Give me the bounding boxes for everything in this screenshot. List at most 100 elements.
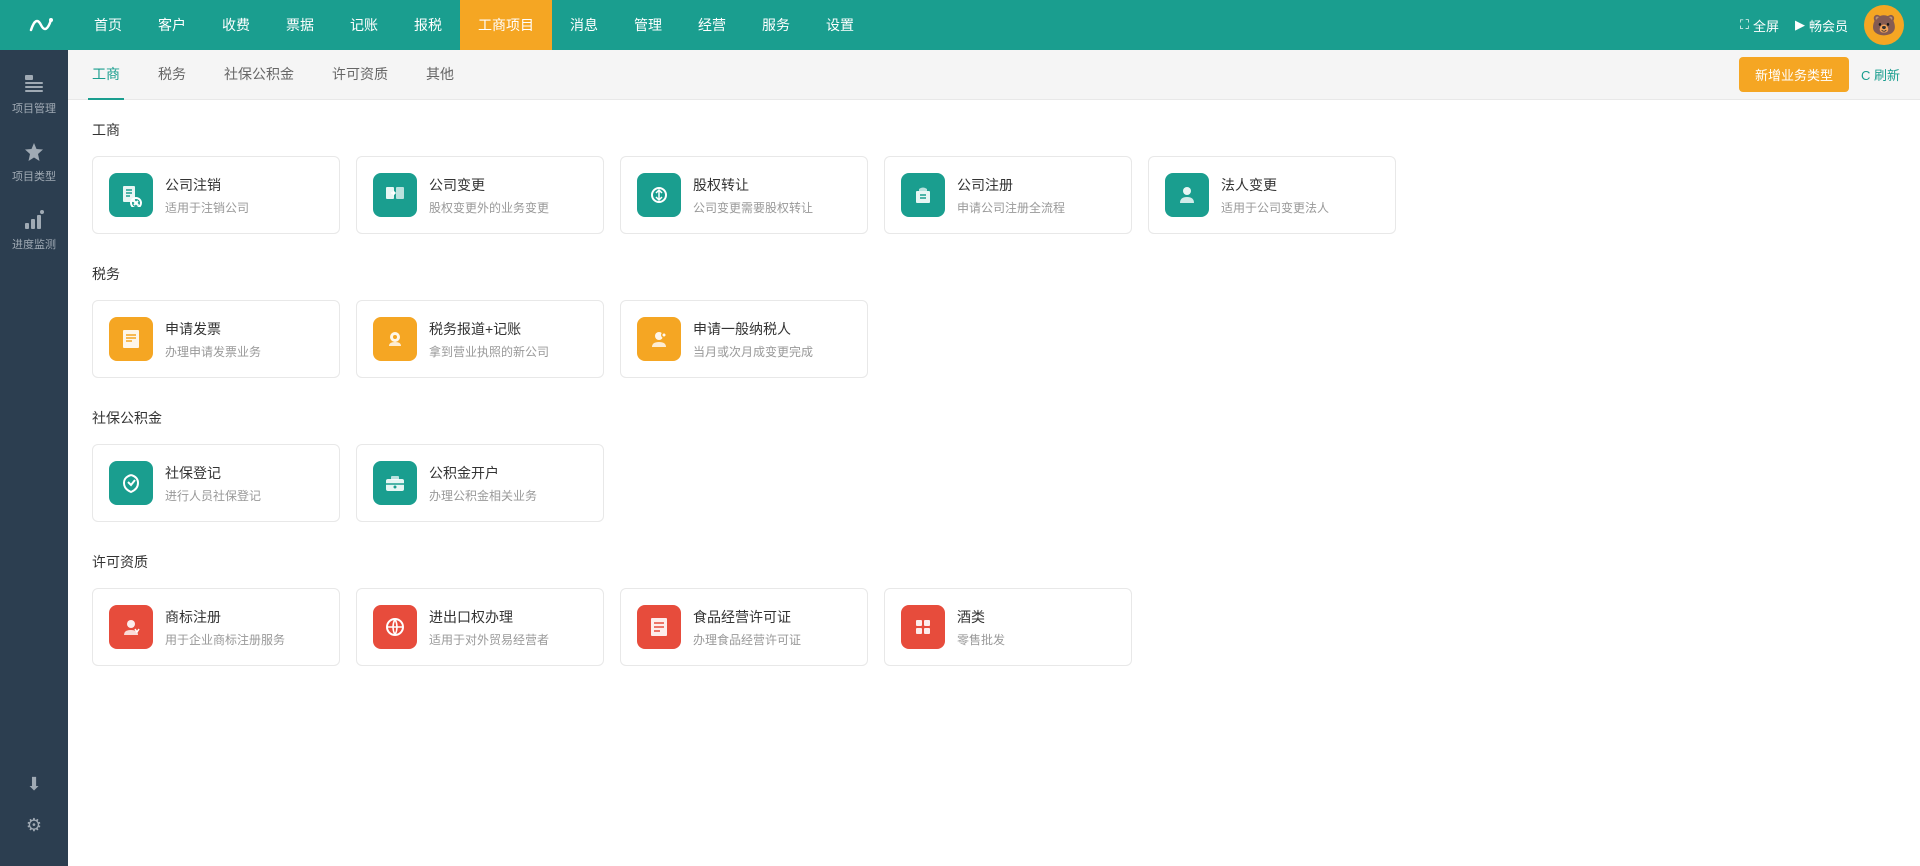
card-text-provident-fund: 公积金开户 办理公积金相关业务: [429, 463, 587, 504]
card-desc-food-license: 办理食品经营许可证: [693, 631, 851, 648]
mascot-avatar[interactable]: 🐻: [1864, 5, 1904, 45]
card-desc-equity-transfer: 公司变更需要股权转让: [693, 199, 851, 216]
nav-service[interactable]: 服务: [744, 0, 808, 50]
card-tax-report[interactable]: 税务报道+记账 拿到营业执照的新公司: [356, 300, 604, 378]
food-license-icon: [637, 605, 681, 649]
nav-tax[interactable]: 报税: [396, 0, 460, 50]
card-equity-transfer[interactable]: 股权转让 公司变更需要股权转让: [620, 156, 868, 234]
social-insurance-icon: [109, 461, 153, 505]
refresh-button[interactable]: C 刷新: [1861, 65, 1900, 84]
sidebar-download-button[interactable]: ⬇: [0, 764, 68, 805]
tab-bar: 工商 税务 社保公积金 许可资质 其他 新增业务类型 C 刷新: [68, 50, 1920, 100]
card-desc-trademark: 用于企业商标注册服务: [165, 631, 323, 648]
sidebar-settings-button[interactable]: ⚙: [0, 805, 68, 846]
sidebar-bottom: ⬇ ⚙: [0, 764, 68, 866]
card-title-equity-transfer: 股权转让: [693, 175, 851, 195]
fullscreen-label: 全屏: [1753, 16, 1779, 35]
card-title-legal-change: 法人变更: [1221, 175, 1379, 195]
vip-button[interactable]: ▶ 畅会员: [1795, 16, 1848, 35]
content-area: 工商 税务 社保公积金 许可资质 其他 新增业务类型 C 刷新 工商: [68, 50, 1920, 866]
card-text-trademark: 商标注册 用于企业商标注册服务: [165, 607, 323, 648]
card-grid-gongshang: 公司注销 适用于注销公司 公司变: [92, 156, 1896, 234]
progress-icon: [22, 208, 46, 232]
card-title-company-cancel: 公司注销: [165, 175, 323, 195]
card-desc-legal-change: 适用于公司变更法人: [1221, 199, 1379, 216]
nav-bill[interactable]: 票据: [268, 0, 332, 50]
nav-business[interactable]: 工商项目: [460, 0, 552, 50]
nav-customer[interactable]: 客户: [140, 0, 204, 50]
vip-icon: ▶: [1795, 17, 1805, 33]
new-type-button[interactable]: 新增业务类型: [1739, 57, 1849, 92]
nav-settings[interactable]: 设置: [808, 0, 872, 50]
card-text-legal-change: 法人变更 适用于公司变更法人: [1221, 175, 1379, 216]
card-legal-change[interactable]: 法人变更 适用于公司变更法人: [1148, 156, 1396, 234]
nav-right: ⛶ 全屏 ▶ 畅会员 🐻: [1740, 5, 1904, 45]
card-text-tax-report: 税务报道+记账 拿到营业执照的新公司: [429, 319, 587, 360]
card-company-register[interactable]: 公司注册 申请公司注册全流程: [884, 156, 1132, 234]
card-title-social-insurance: 社保登记: [165, 463, 323, 483]
section-gongshang: 工商: [92, 120, 1896, 234]
nav-manage[interactable]: 管理: [616, 0, 680, 50]
tab-shebao[interactable]: 社保公积金: [220, 50, 298, 100]
card-desc-provident-fund: 办理公积金相关业务: [429, 487, 587, 504]
card-company-change[interactable]: 公司变更 股权变更外的业务变更: [356, 156, 604, 234]
card-desc-tax-report: 拿到营业执照的新公司: [429, 343, 587, 360]
tab-xuke[interactable]: 许可资质: [328, 50, 392, 100]
project-type-icon: [22, 140, 46, 164]
scroll-content[interactable]: 工商: [68, 100, 1920, 866]
nav-operation[interactable]: 经营: [680, 0, 744, 50]
company-cancel-icon: [109, 173, 153, 217]
card-food-license[interactable]: 食品经营许可证 办理食品经营许可证: [620, 588, 868, 666]
card-general-taxpayer[interactable]: 申请一般纳税人 当月或次月成变更完成: [620, 300, 868, 378]
company-register-icon: [901, 173, 945, 217]
card-desc-invoice-apply: 办理申请发票业务: [165, 343, 323, 360]
card-grid-shuiwu: 申请发票 办理申请发票业务 税务: [92, 300, 1896, 378]
sidebar-label-progress: 进度监测: [12, 236, 56, 252]
card-text-food-license: 食品经营许可证 办理食品经营许可证: [693, 607, 851, 648]
tab-qita[interactable]: 其他: [422, 50, 458, 100]
card-text-company-cancel: 公司注销 适用于注销公司: [165, 175, 323, 216]
card-title-invoice-apply: 申请发票: [165, 319, 323, 339]
card-invoice-apply[interactable]: 申请发票 办理申请发票业务: [92, 300, 340, 378]
card-provident-fund[interactable]: 公积金开户 办理公积金相关业务: [356, 444, 604, 522]
card-text-general-taxpayer: 申请一般纳税人 当月或次月成变更完成: [693, 319, 851, 360]
tab-gongshang[interactable]: 工商: [88, 50, 124, 100]
card-text-liquor: 酒类 零售批发: [957, 607, 1115, 648]
nav-fee[interactable]: 收费: [204, 0, 268, 50]
vip-label: 畅会员: [1809, 16, 1848, 35]
tab-shuiwu[interactable]: 税务: [154, 50, 190, 100]
legal-change-icon: [1165, 173, 1209, 217]
card-company-cancel[interactable]: 公司注销 适用于注销公司: [92, 156, 340, 234]
liquor-icon: [901, 605, 945, 649]
card-desc-company-register: 申请公司注册全流程: [957, 199, 1115, 216]
equity-transfer-icon: [637, 173, 681, 217]
card-text-company-change: 公司变更 股权变更外的业务变更: [429, 175, 587, 216]
sidebar-item-progress[interactable]: 进度监测: [0, 196, 68, 264]
card-title-trademark: 商标注册: [165, 607, 323, 627]
card-desc-liquor: 零售批发: [957, 631, 1115, 648]
card-import-export[interactable]: 进出口权办理 适用于对外贸易经营者: [356, 588, 604, 666]
nav-home[interactable]: 首页: [76, 0, 140, 50]
company-change-icon: [373, 173, 417, 217]
tax-report-icon: [373, 317, 417, 361]
card-liquor[interactable]: 酒类 零售批发: [884, 588, 1132, 666]
card-social-insurance[interactable]: 社保登记 进行人员社保登记: [92, 444, 340, 522]
card-title-general-taxpayer: 申请一般纳税人: [693, 319, 851, 339]
tab-bar-actions: 新增业务类型 C 刷新: [1739, 57, 1900, 92]
nav-message[interactable]: 消息: [552, 0, 616, 50]
card-title-company-register: 公司注册: [957, 175, 1115, 195]
fullscreen-button[interactable]: ⛶ 全屏: [1740, 16, 1779, 35]
general-taxpayer-icon: [637, 317, 681, 361]
trademark-icon: [109, 605, 153, 649]
card-title-food-license: 食品经营许可证: [693, 607, 851, 627]
sidebar-item-project-type[interactable]: 项目类型: [0, 128, 68, 196]
section-title-shuiwu: 税务: [92, 264, 1896, 284]
provident-fund-icon: [373, 461, 417, 505]
card-text-company-register: 公司注册 申请公司注册全流程: [957, 175, 1115, 216]
sidebar-item-project-manage[interactable]: 项目管理: [0, 60, 68, 128]
card-grid-xuke: 商标注册 用于企业商标注册服务: [92, 588, 1896, 666]
card-desc-general-taxpayer: 当月或次月成变更完成: [693, 343, 851, 360]
nav-accounting[interactable]: 记账: [332, 0, 396, 50]
card-trademark[interactable]: 商标注册 用于企业商标注册服务: [92, 588, 340, 666]
fullscreen-icon: ⛶: [1740, 17, 1749, 33]
